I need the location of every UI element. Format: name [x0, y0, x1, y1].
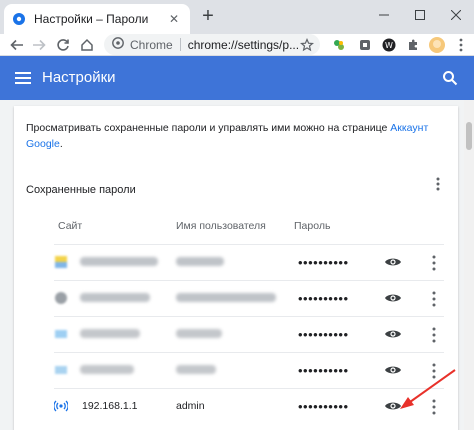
show-password-eye-icon[interactable]	[384, 255, 402, 269]
page-title: Настройки	[42, 69, 116, 86]
password-dots: ••••••••••	[298, 291, 349, 306]
scrollbar-thumb[interactable]	[466, 122, 472, 150]
show-password-eye-icon[interactable]	[384, 399, 402, 413]
settings-header: Настройки	[0, 56, 474, 100]
blurred-username	[176, 365, 216, 374]
blurred-favicon-icon	[54, 255, 68, 269]
column-password: Пароль	[294, 220, 331, 232]
forward-arrow-icon[interactable]	[30, 36, 48, 54]
browser-menu-icon[interactable]	[452, 36, 470, 54]
password-dots: ••••••••••	[298, 327, 349, 342]
password-row: ••••••••••	[54, 316, 444, 352]
show-password-eye-icon[interactable]	[384, 327, 402, 341]
intro-period: .	[59, 138, 63, 150]
chrome-site-icon	[112, 37, 124, 52]
tab-strip: Настройки – Пароли ✕ +	[0, 0, 474, 34]
extension-w-icon[interactable]: W	[380, 36, 398, 54]
blurred-favicon-icon	[54, 327, 68, 341]
blurred-favicon-icon	[54, 291, 68, 305]
password-dots: ••••••••••	[298, 255, 349, 270]
toolbar: Chrome chrome://settings/p... W	[0, 34, 474, 56]
maximize-button[interactable]	[402, 0, 438, 30]
back-arrow-icon[interactable]	[8, 36, 26, 54]
show-password-eye-icon[interactable]	[384, 291, 402, 305]
password-dots: ••••••••••	[298, 363, 349, 378]
window-close-button[interactable]	[438, 0, 474, 30]
router-icon	[53, 399, 69, 413]
password-row: ••••••••••	[54, 352, 444, 388]
svg-text:W: W	[385, 41, 393, 50]
more-actions-icon[interactable]	[432, 176, 444, 192]
row-more-icon[interactable]	[430, 254, 438, 272]
vertical-scrollbar[interactable]	[464, 100, 474, 430]
omnibox-divider	[179, 38, 181, 51]
row-more-icon[interactable]	[430, 326, 438, 344]
passwords-card: Просматривать сохраненные пароли и управ…	[14, 106, 458, 430]
bookmark-star-icon[interactable]	[298, 36, 316, 54]
password-row: ••••••••••	[54, 244, 444, 280]
password-row: ••••••••••	[54, 280, 444, 316]
show-password-eye-icon[interactable]	[384, 363, 402, 377]
blurred-site	[80, 257, 158, 266]
row-more-icon[interactable]	[430, 362, 438, 380]
blurred-site	[80, 329, 140, 338]
tab-settings-passwords[interactable]: Настройки – Пароли ✕	[4, 4, 190, 34]
saved-passwords-title: Сохраненные пароли	[26, 184, 136, 196]
omnibox-chrome-label: Chrome	[130, 37, 173, 52]
blurred-favicon-icon	[54, 363, 68, 377]
intro-text: Просматривать сохраненные пароли и управ…	[26, 120, 442, 152]
blurred-site	[80, 293, 150, 302]
username: admin	[176, 400, 205, 412]
extensions-puzzle-icon[interactable]	[404, 36, 422, 54]
search-icon[interactable]	[442, 70, 458, 86]
row-more-icon[interactable]	[430, 290, 438, 308]
row-more-icon[interactable]	[430, 398, 438, 416]
minimize-button[interactable]	[366, 0, 402, 30]
tab-title: Настройки – Пароли	[34, 12, 149, 26]
hamburger-menu-icon[interactable]	[14, 69, 32, 87]
omnibox-url: chrome://settings/p...	[187, 37, 300, 52]
site-name: 192.168.1.1	[82, 400, 138, 412]
tab-close-icon[interactable]: ✕	[166, 12, 182, 26]
profile-avatar[interactable]	[428, 36, 446, 54]
intro-sentence: Просматривать сохраненные пароли и управ…	[26, 122, 391, 134]
reload-icon[interactable]	[54, 36, 72, 54]
blurred-username	[176, 293, 276, 302]
column-site: Сайт	[58, 220, 83, 232]
settings-main: Просматривать сохраненные пароли и управ…	[0, 100, 474, 430]
address-bar[interactable]: Chrome chrome://settings/p...	[104, 34, 320, 55]
new-tab-button[interactable]: +	[198, 6, 218, 26]
blurred-site	[80, 365, 134, 374]
home-icon[interactable]	[78, 36, 96, 54]
blurred-username	[176, 329, 222, 338]
column-username: Имя пользователя	[176, 220, 266, 232]
password-dots: ••••••••••	[298, 399, 349, 414]
gear-icon	[12, 12, 26, 26]
blurred-username	[176, 257, 224, 266]
extension-puzzle-color-icon[interactable]	[356, 36, 374, 54]
password-row: 192.168.1.1 admin ••••••••••	[53, 388, 444, 424]
extension-clover-icon[interactable]	[330, 36, 348, 54]
